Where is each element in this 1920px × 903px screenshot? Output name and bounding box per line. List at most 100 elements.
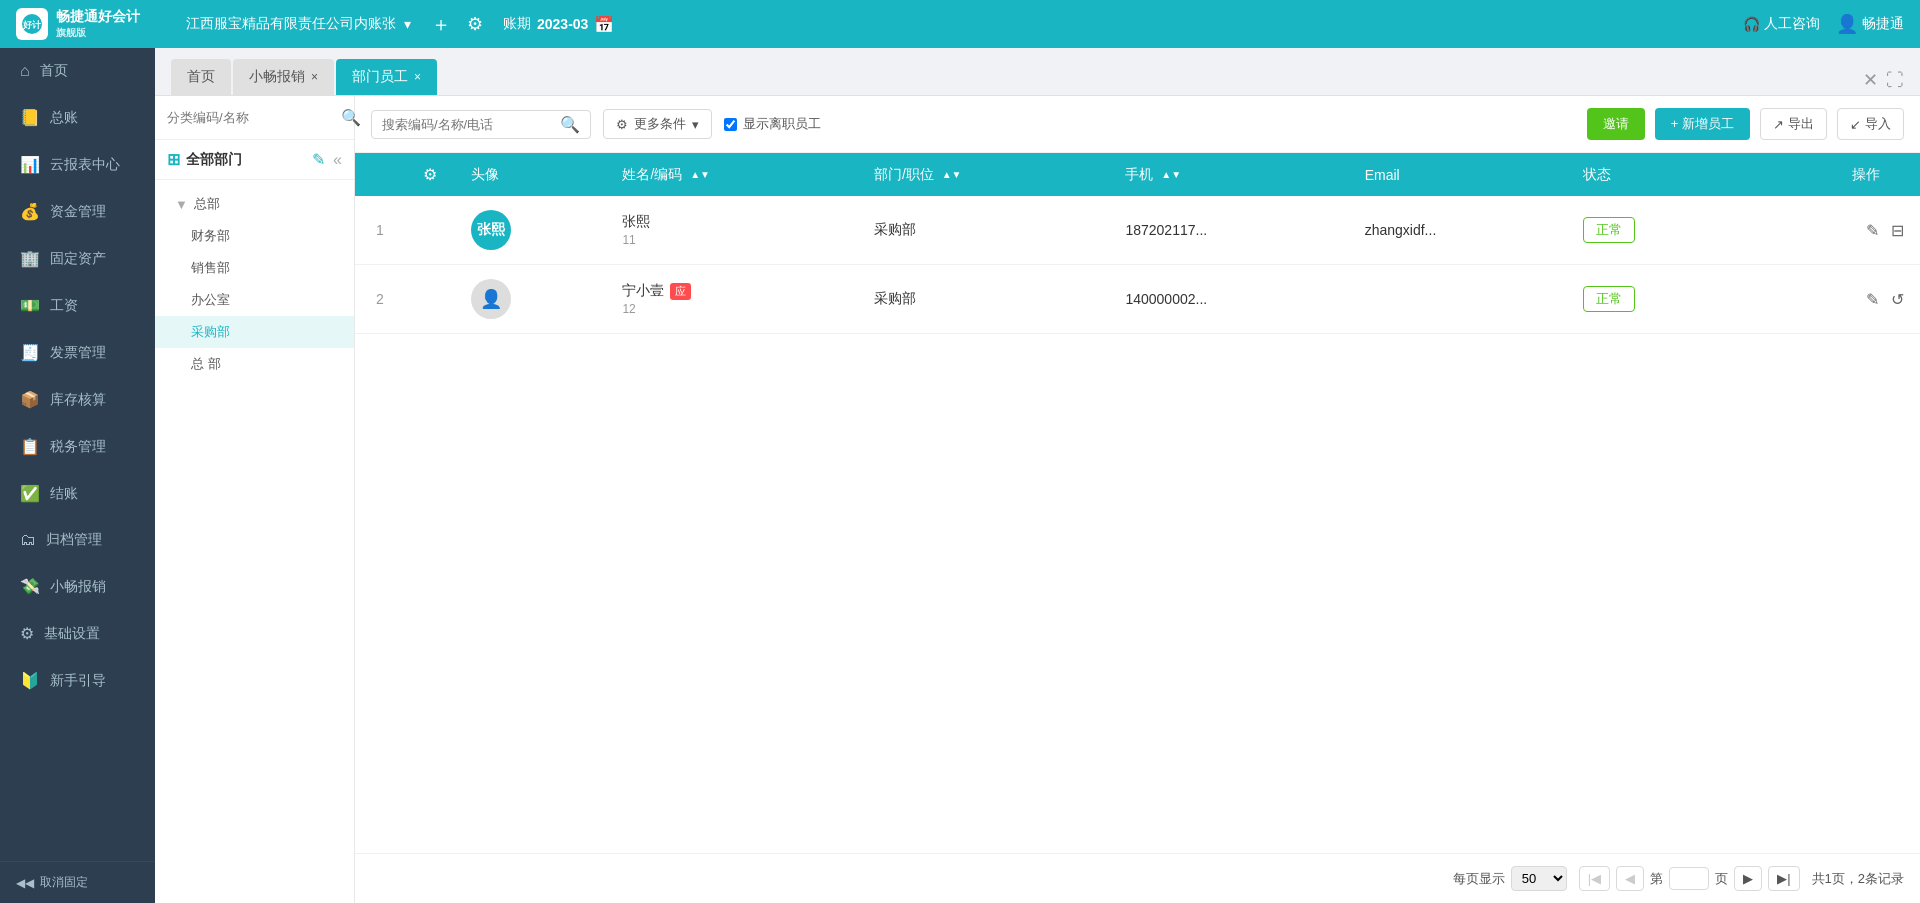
dept-finance-label: 财务部 (191, 228, 230, 243)
per-page-select[interactable]: 50 10 20 100 (1511, 866, 1567, 891)
dept-item-head[interactable]: ▼ 总部 (155, 188, 354, 220)
row1-edit-icon[interactable]: ✎ (1866, 221, 1879, 240)
import-button[interactable]: ↙ 导入 (1837, 108, 1904, 140)
th-phone[interactable]: 手机 ▲▼ (1109, 153, 1348, 196)
sidebar-item-archive[interactable]: 🗂 归档管理 (0, 517, 155, 563)
dept-sort-icon[interactable]: ▲▼ (942, 170, 962, 180)
next-page-button[interactable]: ▶ (1734, 866, 1762, 891)
employee-search-input[interactable] (382, 117, 554, 132)
phone-sort-icon[interactable]: ▲▼ (1161, 170, 1181, 180)
tab-maximize-icon[interactable]: ⛶ (1886, 70, 1904, 91)
row2-badge: 应 (670, 283, 691, 300)
show-resigned-checkbox-area[interactable]: 显示离职员工 (724, 115, 821, 133)
dept-item-sales[interactable]: 销售部 (155, 252, 354, 284)
th-dept[interactable]: 部门/职位 ▲▼ (858, 153, 1110, 196)
export-button[interactable]: ↗ 导出 (1760, 108, 1827, 140)
row2-phone: 140000002... (1109, 265, 1348, 334)
sidebar-item-invoice[interactable]: 🧾 发票管理 (0, 329, 155, 376)
row2-refresh-icon[interactable]: ↺ (1891, 290, 1904, 309)
dept-item-office[interactable]: 办公室 (155, 284, 354, 316)
dropdown-arrow-icon[interactable]: ▾ (404, 16, 411, 32)
row2-name-with-badge: 宁小壹 应 (622, 282, 842, 300)
dept-sales-label: 销售部 (191, 260, 230, 275)
pagination: 每页显示 50 10 20 100 |◀ ◀ 第 1 (355, 853, 1920, 903)
sidebar-item-ledger[interactable]: 📒 总账 (0, 94, 155, 141)
th-settings[interactable]: ⚙ (405, 153, 455, 196)
sidebar-item-archive-label: 归档管理 (46, 531, 102, 549)
payroll-icon: 💵 (20, 296, 40, 315)
employee-search-icon[interactable]: 🔍 (560, 115, 580, 134)
tab-employees[interactable]: 部门员工 × (336, 59, 437, 95)
row2-dept: 采购部 (858, 265, 1110, 334)
sidebar-item-expense[interactable]: 💸 小畅报销 (0, 563, 155, 610)
row1-status-cell: 正常 (1567, 196, 1744, 265)
sidebar-item-closing[interactable]: ✅ 结账 (0, 470, 155, 517)
th-name[interactable]: 姓名/编码 ▲▼ (606, 153, 858, 196)
consult-button[interactable]: 🎧 人工咨询 (1743, 15, 1820, 33)
sidebar-item-reports-label: 云报表中心 (50, 156, 120, 174)
sidebar-item-tax[interactable]: 📋 税务管理 (0, 423, 155, 470)
export-label: 导出 (1788, 115, 1814, 133)
th-index (355, 153, 405, 196)
sidebar-item-invoice-label: 发票管理 (50, 344, 106, 362)
sidebar-item-funds[interactable]: 💰 资金管理 (0, 188, 155, 235)
settings-sidebar-icon: ⚙ (20, 624, 34, 643)
header-actions: ＋ ⚙ (431, 11, 483, 38)
employee-table: ⚙ 头像 姓名/编码 ▲▼ 部门/职位 ▲▼ (355, 153, 1920, 334)
header-company[interactable]: 江西服宝精品有限责任公司内账张 ▾ (186, 15, 411, 33)
more-filter-button[interactable]: ⚙ 更多条件 ▾ (603, 109, 712, 139)
ledger-icon: 📒 (20, 108, 40, 127)
last-page-button[interactable]: ▶| (1768, 866, 1799, 891)
add-employee-button[interactable]: + 新增员工 (1655, 108, 1750, 140)
name-sort-icon[interactable]: ▲▼ (690, 170, 710, 180)
sidebar-item-assets[interactable]: 🏢 固定资产 (0, 235, 155, 282)
sidebar-item-inventory-label: 库存核算 (50, 391, 106, 409)
row2-edit-icon[interactable]: ✎ (1866, 290, 1879, 309)
show-resigned-checkbox[interactable] (724, 118, 737, 131)
sidebar-item-closing-label: 结账 (50, 485, 78, 503)
tab-expense[interactable]: 小畅报销 × (233, 59, 334, 95)
tab-close-all-icon[interactable]: ✕ (1863, 69, 1878, 91)
sidebar-item-inventory[interactable]: 📦 库存核算 (0, 376, 155, 423)
home-icon: ⌂ (20, 62, 30, 80)
dept-item-general[interactable]: 总 部 (155, 348, 354, 380)
app-logo: 好计 畅捷通好会计 旗舰版 (16, 8, 166, 40)
tab-expense-close[interactable]: × (311, 70, 318, 84)
row2-empty (405, 265, 455, 334)
sidebar-item-settings[interactable]: ⚙ 基础设置 (0, 610, 155, 657)
add-company-button[interactable]: ＋ (431, 11, 451, 38)
row2-status-badge: 正常 (1583, 286, 1635, 312)
first-page-button[interactable]: |◀ (1579, 866, 1610, 891)
sidebar-item-home[interactable]: ⌂ 首页 (0, 48, 155, 94)
period-value: 2023-03 (537, 16, 588, 32)
sidebar-item-reports[interactable]: 📊 云报表中心 (0, 141, 155, 188)
tab-home-label: 首页 (187, 68, 215, 86)
dept-search-input[interactable] (167, 110, 335, 125)
column-settings-icon[interactable]: ⚙ (423, 166, 437, 183)
cancel-pin-label: 取消固定 (40, 874, 88, 891)
row1-empty (405, 196, 455, 265)
tab-home[interactable]: 首页 (171, 59, 231, 95)
tab-employees-close[interactable]: × (414, 70, 421, 84)
user-menu[interactable]: 👤 畅捷通 (1836, 13, 1904, 35)
dept-item-finance[interactable]: 财务部 (155, 220, 354, 252)
sidebar-item-assets-label: 固定资产 (50, 250, 106, 268)
row2-avatar-person-icon: 👤 (480, 288, 502, 310)
dept-general-label: 总 部 (191, 356, 221, 371)
calendar-icon[interactable]: 📅 (594, 15, 614, 34)
headset-icon: 🎧 (1743, 16, 1760, 32)
dept-item-purchase[interactable]: 采购部 (155, 316, 354, 348)
user-name: 畅捷通 (1862, 15, 1904, 33)
sidebar-item-guide[interactable]: 🔰 新手引导 (0, 657, 155, 704)
prev-page-button[interactable]: ◀ (1616, 866, 1644, 891)
edit-dept-icon[interactable]: ✎ (312, 150, 325, 169)
settings-button[interactable]: ⚙ (467, 13, 483, 35)
invite-button[interactable]: 邀请 (1587, 108, 1645, 140)
page-number-input[interactable]: 1 (1669, 867, 1709, 890)
collapse-icon[interactable]: « (333, 151, 342, 169)
sidebar-item-payroll[interactable]: 💵 工资 (0, 282, 155, 329)
content-area: 首页 小畅报销 × 部门员工 × ✕ ⛶ 🔍 (155, 48, 1920, 903)
user-avatar-icon: 👤 (1836, 13, 1858, 35)
cancel-pin-button[interactable]: ◀◀ 取消固定 (0, 861, 155, 903)
row1-logout-icon[interactable]: ⊟ (1891, 221, 1904, 240)
